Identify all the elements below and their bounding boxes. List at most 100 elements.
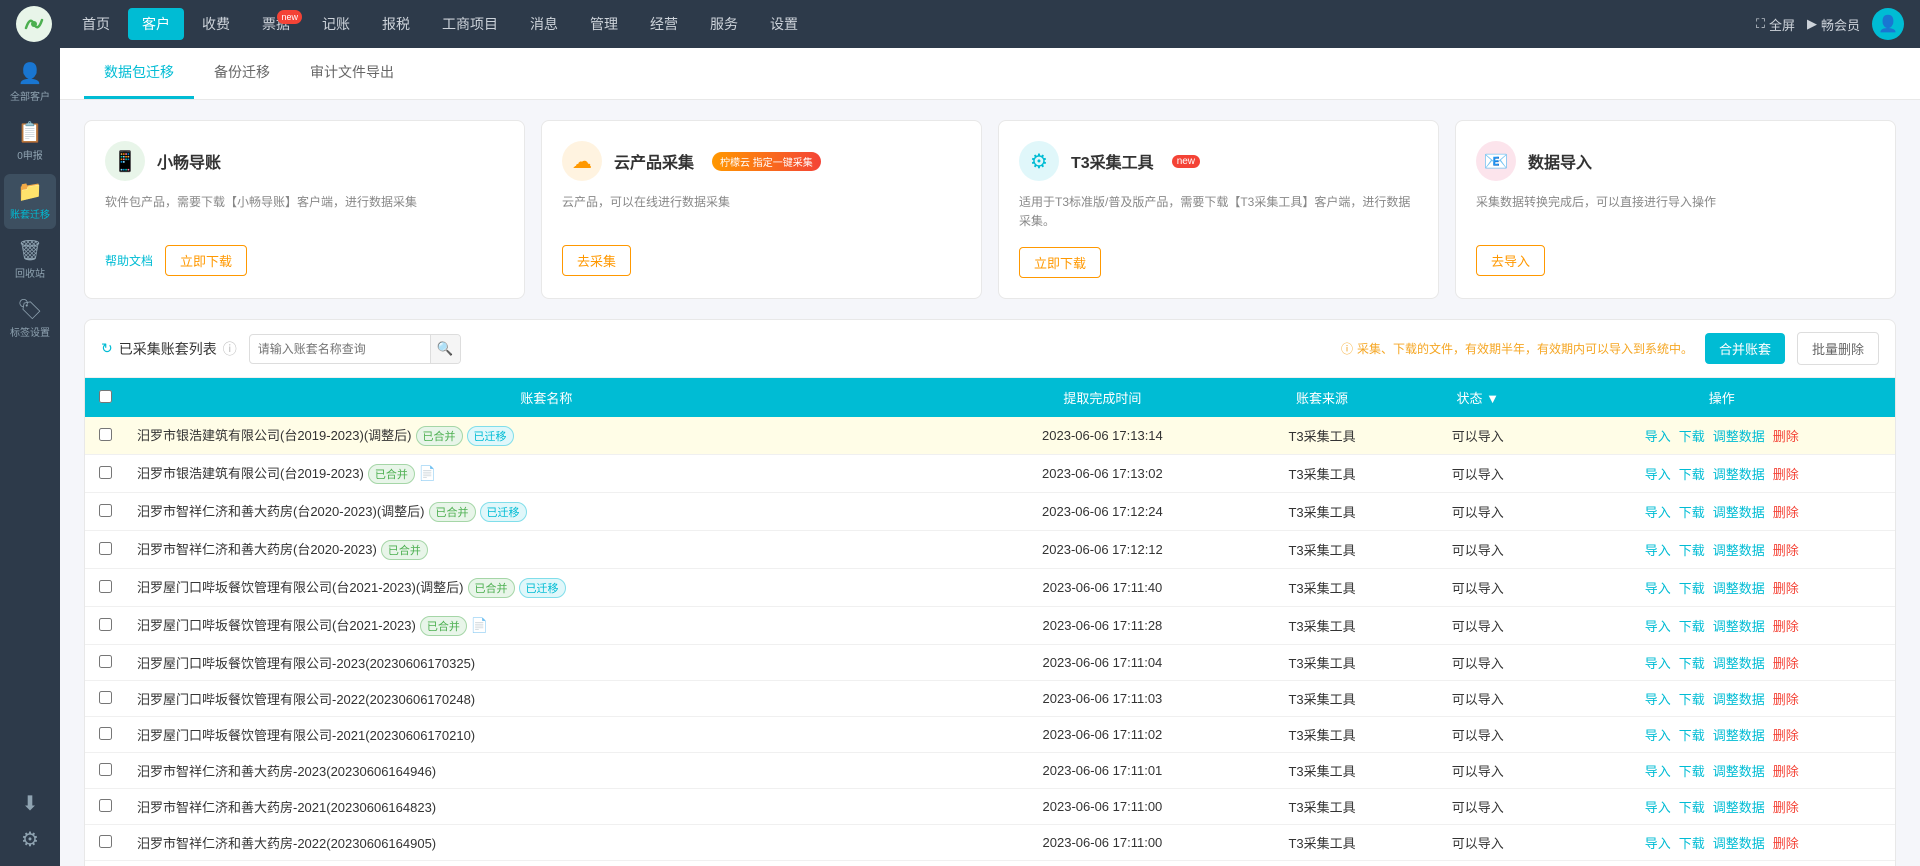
row-action-下载-6[interactable]: 下载: [1679, 656, 1705, 671]
row-action-下载-3[interactable]: 下载: [1679, 543, 1705, 558]
table-col-4[interactable]: 状态 ▼: [1407, 378, 1549, 417]
nav-item-服务[interactable]: 服务: [696, 8, 752, 40]
row-action-调整数据-8[interactable]: 调整数据: [1713, 728, 1765, 743]
merge-btn[interactable]: 合并账套: [1705, 333, 1785, 364]
nav-item-首页[interactable]: 首页: [68, 8, 124, 40]
row-action-导入-8[interactable]: 导入: [1645, 728, 1671, 743]
nav-item-票据[interactable]: 票据new: [248, 8, 304, 40]
card-action-link-xiaochang[interactable]: 帮助文档: [105, 252, 153, 269]
row-action-调整数据-2[interactable]: 调整数据: [1713, 505, 1765, 520]
card-action-btn-t3[interactable]: 立即下载: [1019, 247, 1101, 278]
nav-item-经营[interactable]: 经营: [636, 8, 692, 40]
sidebar-bottom-item-1[interactable]: ⚙: [4, 822, 56, 858]
sidebar-item-4[interactable]: 🏷标签设置: [4, 292, 56, 347]
sidebar-bottom-item-0[interactable]: ⬇: [4, 786, 56, 822]
row-checkbox-11[interactable]: [99, 835, 112, 848]
row-checkbox-3[interactable]: [99, 542, 112, 555]
row-checkbox-6[interactable]: [99, 655, 112, 668]
row-action-删除-3[interactable]: 删除: [1773, 543, 1799, 558]
row-checkbox-2[interactable]: [99, 504, 112, 517]
row-action-下载-4[interactable]: 下载: [1679, 581, 1705, 596]
card-action-btn-dataimport[interactable]: 去导入: [1476, 245, 1545, 276]
row-action-删除-0[interactable]: 删除: [1773, 429, 1799, 444]
nav-item-记账[interactable]: 记账: [308, 8, 364, 40]
row-checkbox-7[interactable]: [99, 691, 112, 704]
row-action-调整数据-9[interactable]: 调整数据: [1713, 764, 1765, 779]
row-action-下载-7[interactable]: 下载: [1679, 692, 1705, 707]
row-action-删除-9[interactable]: 删除: [1773, 764, 1799, 779]
row-checkbox-10[interactable]: [99, 799, 112, 812]
row-checkbox-8[interactable]: [99, 727, 112, 740]
row-action-删除-8[interactable]: 删除: [1773, 728, 1799, 743]
row-action-导入-5[interactable]: 导入: [1645, 619, 1671, 634]
row-action-导入-6[interactable]: 导入: [1645, 656, 1671, 671]
sidebar-item-3[interactable]: 🗑回收站: [4, 233, 56, 288]
file-icon-1[interactable]: 📄: [419, 465, 436, 481]
row-action-删除-11[interactable]: 删除: [1773, 836, 1799, 851]
fullscreen-button[interactable]: ⛶ 全屏: [1756, 15, 1795, 34]
nav-item-工商项目[interactable]: 工商项目: [428, 8, 512, 40]
row-action-导入-3[interactable]: 导入: [1645, 543, 1671, 558]
row-checkbox-4[interactable]: [99, 580, 112, 593]
row-action-删除-6[interactable]: 删除: [1773, 656, 1799, 671]
member-button[interactable]: ▶ 畅会员: [1807, 15, 1860, 34]
refresh-icon[interactable]: ↻: [101, 340, 113, 357]
nav-item-收费[interactable]: 收费: [188, 8, 244, 40]
row-action-下载-8[interactable]: 下载: [1679, 728, 1705, 743]
logo-icon[interactable]: [16, 6, 52, 42]
row-checkbox-9[interactable]: [99, 763, 112, 776]
row-action-删除-10[interactable]: 删除: [1773, 800, 1799, 815]
row-action-删除-7[interactable]: 删除: [1773, 692, 1799, 707]
row-action-导入-10[interactable]: 导入: [1645, 800, 1671, 815]
tab-2[interactable]: 审计文件导出: [290, 48, 414, 99]
row-action-导入-4[interactable]: 导入: [1645, 581, 1671, 596]
row-action-下载-0[interactable]: 下载: [1679, 429, 1705, 444]
delete-all-btn[interactable]: 批量删除: [1797, 332, 1879, 365]
nav-item-消息[interactable]: 消息: [516, 8, 572, 40]
file-icon-5[interactable]: 📄: [471, 617, 488, 633]
row-action-调整数据-5[interactable]: 调整数据: [1713, 619, 1765, 634]
tab-0[interactable]: 数据包迁移: [84, 48, 194, 99]
search-button[interactable]: 🔍: [430, 334, 460, 364]
row-action-下载-10[interactable]: 下载: [1679, 800, 1705, 815]
sidebar-item-0[interactable]: 👤全部客户: [4, 56, 56, 111]
sidebar-item-2[interactable]: 📁账套迁移: [4, 174, 56, 229]
row-checkbox-0[interactable]: [99, 428, 112, 441]
row-action-导入-11[interactable]: 导入: [1645, 836, 1671, 851]
row-action-删除-4[interactable]: 删除: [1773, 581, 1799, 596]
row-action-下载-9[interactable]: 下载: [1679, 764, 1705, 779]
row-checkbox-1[interactable]: [99, 466, 112, 479]
row-action-调整数据-3[interactable]: 调整数据: [1713, 543, 1765, 558]
row-action-下载-11[interactable]: 下载: [1679, 836, 1705, 851]
sidebar-item-1[interactable]: 📋0申报: [4, 115, 56, 170]
nav-item-管理[interactable]: 管理: [576, 8, 632, 40]
search-input[interactable]: [250, 342, 430, 356]
row-action-调整数据-1[interactable]: 调整数据: [1713, 467, 1765, 482]
nav-item-报税[interactable]: 报税: [368, 8, 424, 40]
select-all-checkbox[interactable]: [99, 390, 112, 403]
row-action-导入-9[interactable]: 导入: [1645, 764, 1671, 779]
row-action-导入-2[interactable]: 导入: [1645, 505, 1671, 520]
row-action-下载-5[interactable]: 下载: [1679, 619, 1705, 634]
row-action-调整数据-10[interactable]: 调整数据: [1713, 800, 1765, 815]
card-action-btn-xiaochang[interactable]: 立即下载: [165, 245, 247, 276]
row-action-删除-2[interactable]: 删除: [1773, 505, 1799, 520]
row-action-调整数据-6[interactable]: 调整数据: [1713, 656, 1765, 671]
row-action-调整数据-0[interactable]: 调整数据: [1713, 429, 1765, 444]
tab-1[interactable]: 备份迁移: [194, 48, 290, 99]
row-action-调整数据-4[interactable]: 调整数据: [1713, 581, 1765, 596]
row-action-下载-2[interactable]: 下载: [1679, 505, 1705, 520]
row-action-导入-7[interactable]: 导入: [1645, 692, 1671, 707]
row-checkbox-5[interactable]: [99, 618, 112, 631]
row-action-导入-0[interactable]: 导入: [1645, 429, 1671, 444]
row-action-删除-5[interactable]: 删除: [1773, 619, 1799, 634]
row-action-调整数据-11[interactable]: 调整数据: [1713, 836, 1765, 851]
nav-item-客户[interactable]: 客户: [128, 8, 184, 40]
user-avatar[interactable]: 👤: [1872, 8, 1904, 40]
row-action-下载-1[interactable]: 下载: [1679, 467, 1705, 482]
nav-item-设置[interactable]: 设置: [756, 8, 812, 40]
row-action-调整数据-7[interactable]: 调整数据: [1713, 692, 1765, 707]
row-action-删除-1[interactable]: 删除: [1773, 467, 1799, 482]
row-action-导入-1[interactable]: 导入: [1645, 467, 1671, 482]
card-action-btn-cloud[interactable]: 去采集: [562, 245, 631, 276]
